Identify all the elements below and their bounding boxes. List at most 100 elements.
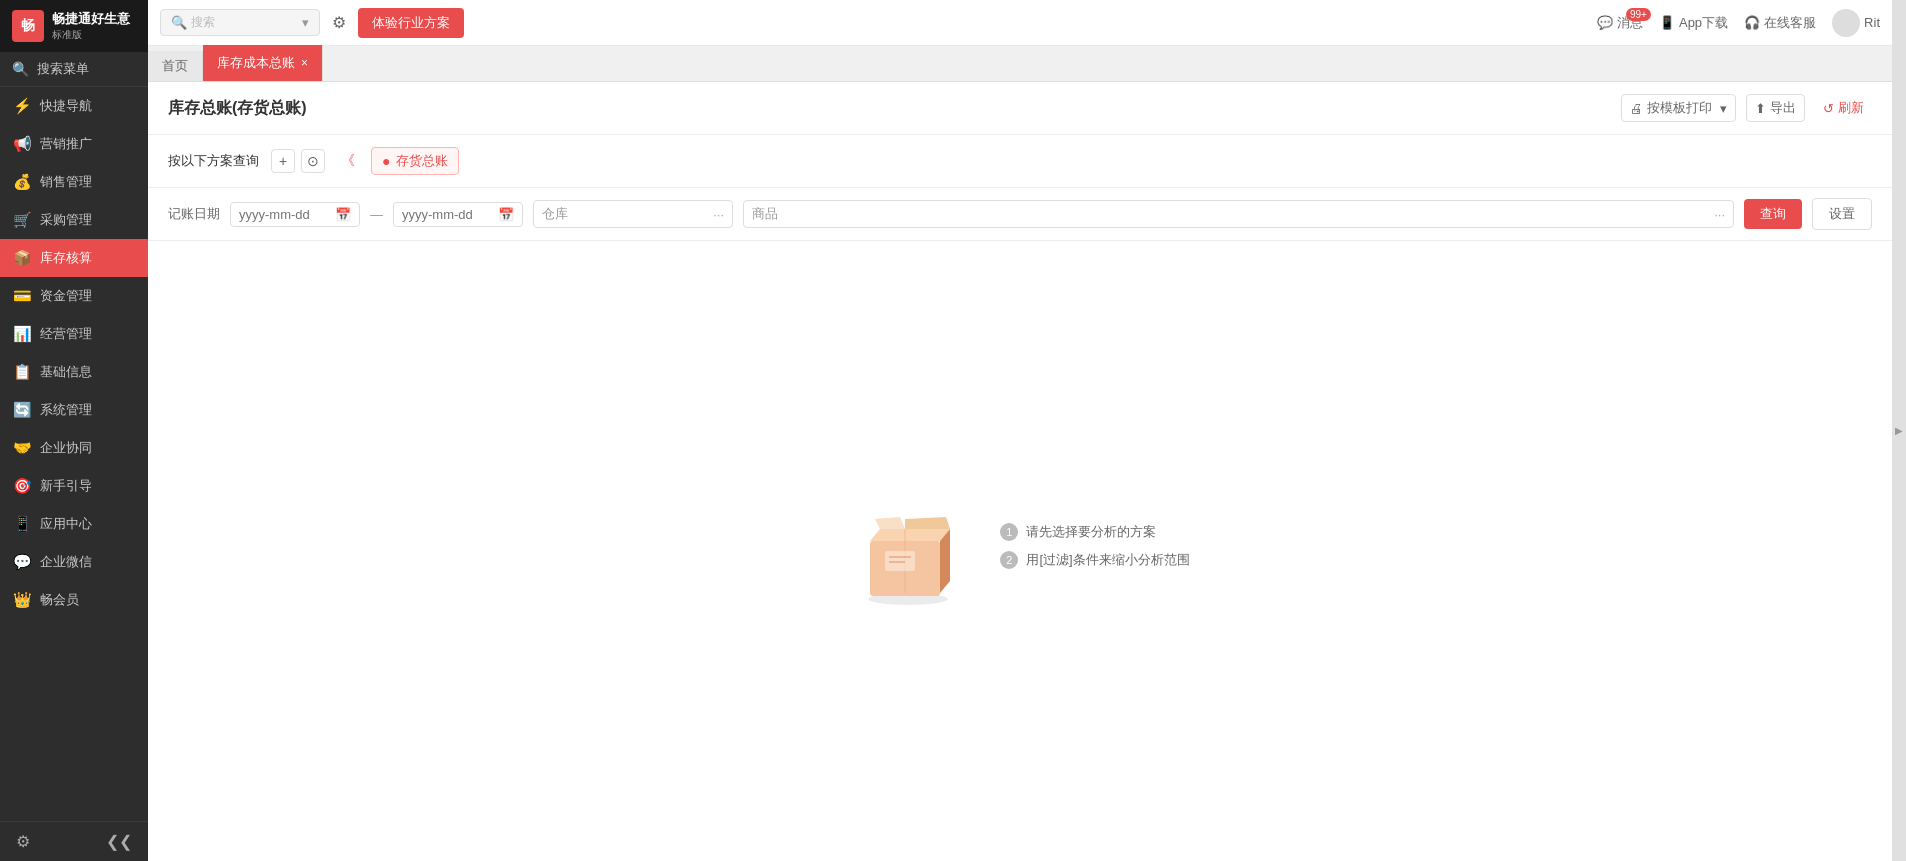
empty-text: 1 请先选择要分析的方案 2 用[过滤]条件来缩小分析范围	[1000, 523, 1189, 579]
tab-home[interactable]: 首页	[148, 51, 203, 81]
sidebar-item-label: 资金管理	[40, 287, 92, 305]
quick-nav-icon: ⚡	[12, 97, 32, 115]
user-profile[interactable]: Rit	[1832, 9, 1880, 37]
date-filter-label: 记账日期	[168, 205, 220, 223]
messages-button[interactable]: 💬 消息 99+	[1597, 14, 1643, 32]
filter-settings-button[interactable]: ⊙	[301, 149, 325, 173]
messages-badge: 99+	[1626, 8, 1651, 21]
sidebar-search-label: 搜索菜单	[37, 60, 89, 78]
online-service-button[interactable]: 🎧 在线客服	[1744, 14, 1816, 32]
empty-hint-1: 1 请先选择要分析的方案	[1000, 523, 1189, 541]
date-end-field[interactable]	[402, 207, 492, 222]
sidebar-item-system[interactable]: 🔄 系统管理	[0, 391, 148, 429]
print-template-button[interactable]: 🖨 按模板打印 ▾	[1621, 94, 1736, 122]
empty-state: 1 请先选择要分析的方案 2 用[过滤]条件来缩小分析范围	[850, 491, 1189, 611]
brand-version: 标准版	[52, 28, 130, 41]
date-start-input[interactable]: 📅	[230, 202, 360, 227]
filter-add-button[interactable]: +	[271, 149, 295, 173]
inventory-icon: 📦	[12, 249, 32, 267]
sidebar-item-marketing[interactable]: 📢 营销推广	[0, 125, 148, 163]
calendar-end-icon[interactable]: 📅	[498, 207, 514, 222]
topbar-left: 🔍 搜索 ▾ ⚙ 体验行业方案	[160, 8, 464, 38]
tabbar: 首页 库存成本总账 ×	[148, 46, 1892, 82]
online-service-label: 在线客服	[1764, 14, 1816, 32]
export-label: 导出	[1770, 99, 1796, 117]
tab-close-icon[interactable]: ×	[301, 56, 308, 70]
export-button[interactable]: ⬆ 导出	[1746, 94, 1805, 122]
panel-collapse-icon: ▶	[1895, 425, 1903, 436]
sidebar-item-label: 企业微信	[40, 553, 92, 571]
sidebar-item-purchase[interactable]: 🛒 采购管理	[0, 201, 148, 239]
topbar-search-arrow: ▾	[302, 15, 309, 30]
sidebar-menu: ⚡ 快捷导航 📢 营销推广 💰 销售管理 🛒 采购管理 📦 库存核算 💳 资金管…	[0, 87, 148, 821]
app-download-button[interactable]: 📱 App下载	[1659, 14, 1728, 32]
sidebar-item-inventory[interactable]: 📦 库存核算	[0, 239, 148, 277]
sidebar-item-guide[interactable]: 🎯 新手引导	[0, 467, 148, 505]
settings-button[interactable]: 设置	[1812, 198, 1872, 230]
filter-collapse-button[interactable]: 《	[337, 152, 359, 170]
sidebar-item-finance[interactable]: 💳 资金管理	[0, 277, 148, 315]
page-title: 库存总账(存货总账)	[168, 98, 307, 119]
finance-icon: 💳	[12, 287, 32, 305]
sidebar-item-label: 库存核算	[40, 249, 92, 267]
sidebar-item-wechat[interactable]: 💬 企业微信	[0, 543, 148, 581]
right-panel-handle[interactable]: ▶	[1892, 0, 1906, 861]
step-num-1: 1	[1000, 523, 1018, 541]
filter-label: 按以下方案查询	[168, 152, 259, 170]
filter-scheme-item[interactable]: ● 存货总账	[371, 147, 459, 175]
search-icon: 🔍	[12, 61, 29, 77]
marketing-icon: 📢	[12, 135, 32, 153]
step-num-2: 2	[1000, 551, 1018, 569]
scheme-icon: ●	[382, 153, 390, 169]
goods-placeholder: 商品	[752, 205, 778, 223]
empty-illustration	[850, 491, 970, 611]
refresh-button[interactable]: ↺ 刷新	[1815, 95, 1872, 121]
empty-hint-2: 2 用[过滤]条件来缩小分析范围	[1000, 551, 1189, 569]
print-icon: 🖨	[1630, 101, 1643, 116]
settings-footer-icon[interactable]: ⚙	[16, 832, 30, 851]
sidebar-item-enterprise[interactable]: 🤝 企业协同	[0, 429, 148, 467]
operation-icon: 📊	[12, 325, 32, 343]
sidebar-footer: ⚙ ❮❮	[0, 821, 148, 861]
sidebar: 畅 畅捷通好生意 标准版 🔍 搜索菜单 ⚡ 快捷导航 📢 营销推广 💰 销售管理…	[0, 0, 148, 861]
print-label: 按模板打印	[1647, 99, 1712, 117]
sidebar-item-basic-info[interactable]: 📋 基础信息	[0, 353, 148, 391]
tab-inventory-cost[interactable]: 库存成本总账 ×	[203, 45, 323, 81]
sidebar-search[interactable]: 🔍 搜索菜单	[0, 52, 148, 87]
page-header: 库存总账(存货总账) 🖨 按模板打印 ▾ ⬆ 导出 ↺ 刷新	[148, 82, 1892, 135]
logo-text: 畅捷通好生意 标准版	[52, 11, 130, 41]
app-download-icon: 📱	[1659, 15, 1675, 30]
app-center-icon: 📱	[12, 515, 32, 533]
date-start-field[interactable]	[239, 207, 329, 222]
topbar-gear-icon[interactable]: ⚙	[328, 9, 350, 36]
warehouse-more-icon[interactable]: ···	[713, 207, 724, 222]
collapse-footer-icon[interactable]: ❮❮	[106, 832, 132, 851]
svg-marker-4	[875, 517, 905, 529]
goods-filter[interactable]: 商品 ···	[743, 200, 1734, 228]
wechat-icon: 💬	[12, 553, 32, 571]
sidebar-item-operation[interactable]: 📊 经营管理	[0, 315, 148, 353]
guide-icon: 🎯	[12, 477, 32, 495]
query-button[interactable]: 查询	[1744, 199, 1802, 229]
calendar-start-icon[interactable]: 📅	[335, 207, 351, 222]
goods-more-icon[interactable]: ···	[1714, 207, 1725, 222]
sidebar-item-label: 新手引导	[40, 477, 92, 495]
system-icon: 🔄	[12, 401, 32, 419]
purchase-icon: 🛒	[12, 211, 32, 229]
headset-icon: 🎧	[1744, 15, 1760, 30]
date-end-input[interactable]: 📅	[393, 202, 523, 227]
sidebar-item-app-center[interactable]: 📱 应用中心	[0, 505, 148, 543]
sidebar-item-label: 采购管理	[40, 211, 92, 229]
sidebar-item-vip[interactable]: 👑 畅会员	[0, 581, 148, 619]
app-download-label: App下载	[1679, 14, 1728, 32]
sidebar-item-quick-nav[interactable]: ⚡ 快捷导航	[0, 87, 148, 125]
warehouse-filter[interactable]: 仓库 ···	[533, 200, 733, 228]
topbar-search[interactable]: 🔍 搜索 ▾	[160, 9, 320, 36]
svg-marker-2	[870, 529, 950, 541]
sidebar-item-sales[interactable]: 💰 销售管理	[0, 163, 148, 201]
content-area: 1 请先选择要分析的方案 2 用[过滤]条件来缩小分析范围	[148, 241, 1892, 861]
topbar-search-placeholder: 搜索	[191, 14, 215, 31]
basic-info-icon: 📋	[12, 363, 32, 381]
filter-actions: + ⊙	[271, 149, 325, 173]
trial-button[interactable]: 体验行业方案	[358, 8, 464, 38]
